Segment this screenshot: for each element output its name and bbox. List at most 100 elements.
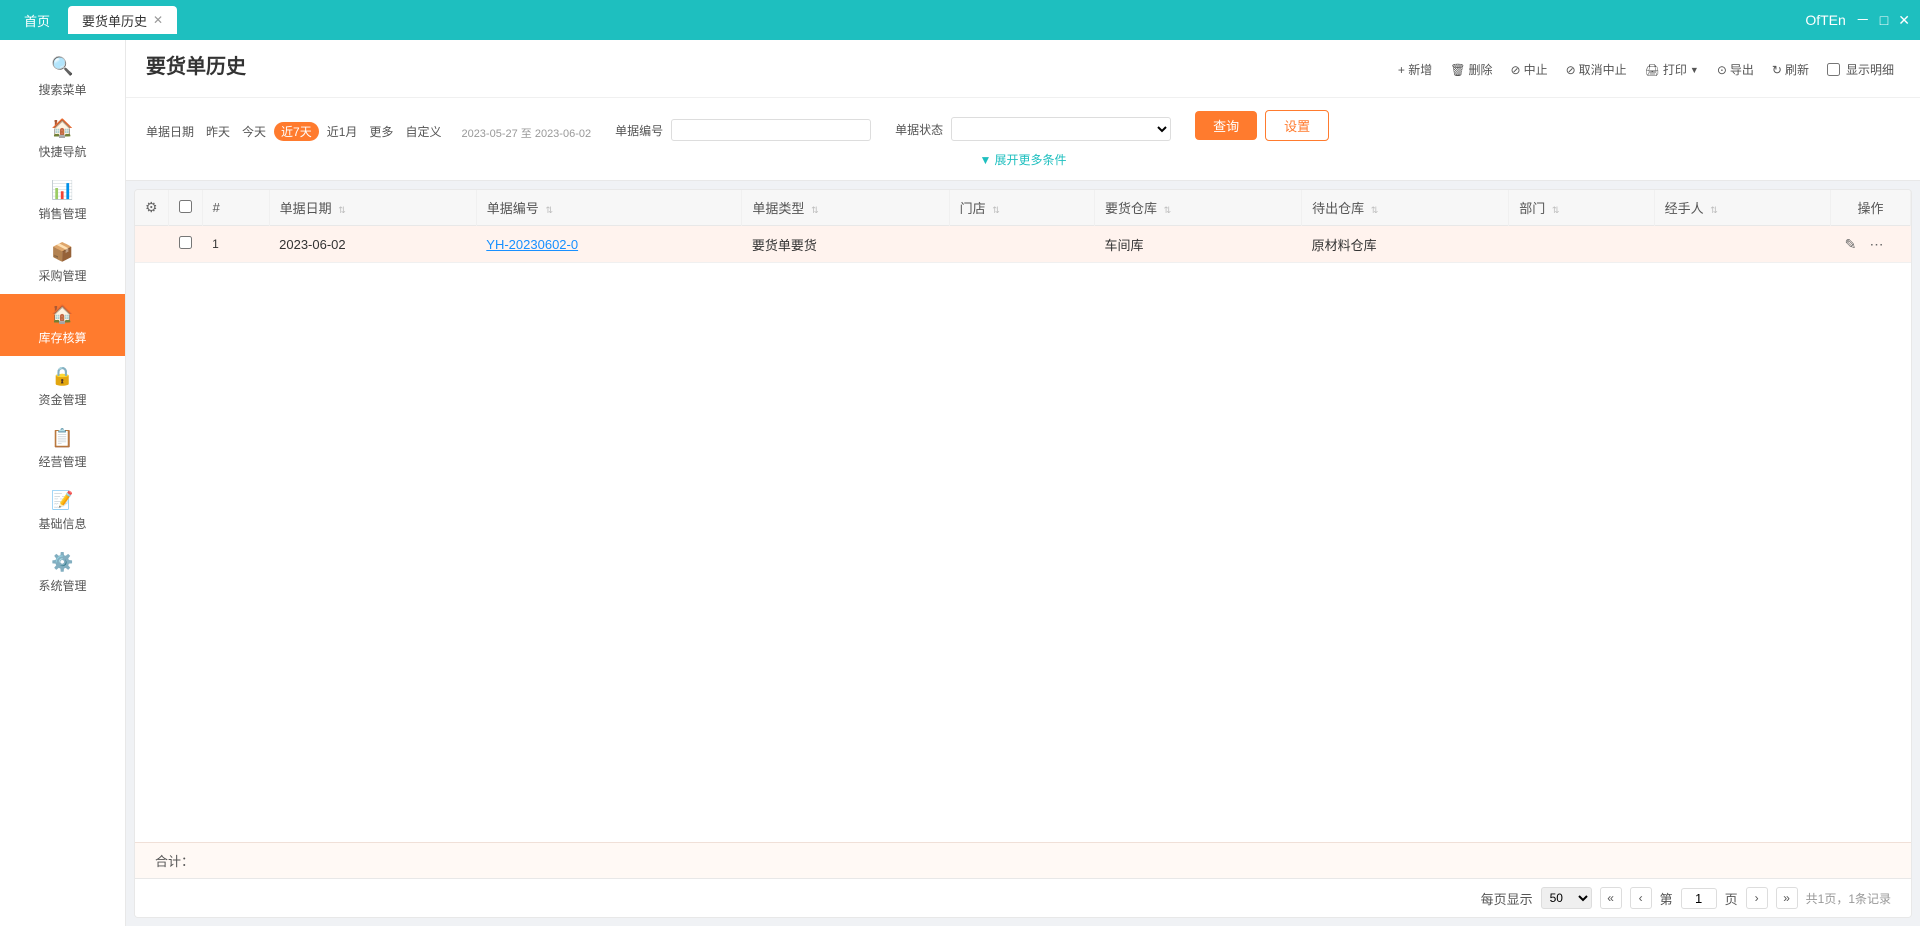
tab-bar: 首页 要货单历史 ✕ <box>10 6 1805 34</box>
date-filter-group: 单据日期 昨天 今天 近7天 近1月 更多 自定义 2023-05-27 至 2… <box>146 122 591 141</box>
th-doc-no[interactable]: 单据编号 ⇅ <box>476 190 742 226</box>
maximize-btn[interactable]: □ <box>1880 12 1888 28</box>
sort-req-warehouse-icon: ⇅ <box>1164 205 1172 215</box>
edit-action-icon[interactable]: ✎ <box>1841 234 1861 254</box>
new-btn-label: + 新增 <box>1398 61 1432 78</box>
sidebar-item-search[interactable]: 🔍 搜索菜单 <box>0 46 125 108</box>
new-btn[interactable]: + 新增 <box>1392 58 1438 81</box>
sidebar-item-sales[interactable]: 📊 销售管理 <box>0 170 125 232</box>
settings-button[interactable]: 设置 <box>1265 110 1329 141</box>
show-detail-toggle[interactable]: 显示明细 <box>1821 58 1900 81</box>
sidebar-item-operations[interactable]: 📋 经营管理 <box>0 418 125 480</box>
date-btn-more[interactable]: 更多 <box>365 122 397 141</box>
sort-doc-no-icon: ⇅ <box>545 205 553 215</box>
pagination-bar: 每页显示 50 10 20 100 « ‹ 第 页 › » 共1页，1条记录 <box>135 878 1911 917</box>
date-btn-yesterday[interactable]: 昨天 <box>202 122 234 141</box>
table-container: ⚙ # 单据日期 ⇅ 单据编号 <box>134 189 1912 918</box>
show-detail-label: 显示明细 <box>1846 61 1894 78</box>
sort-pending-warehouse-icon: ⇅ <box>1371 205 1379 215</box>
sidebar-item-basic-info[interactable]: 📝 基础信息 <box>0 480 125 542</box>
more-action-icon[interactable]: ⋯ <box>1867 234 1887 254</box>
filter-actions: 查询 设置 <box>1195 110 1329 141</box>
export-btn[interactable]: ⊙ 导出 <box>1711 58 1760 81</box>
td-settings <box>135 226 168 263</box>
refresh-btn-label: 刷新 <box>1785 61 1809 78</box>
th-settings[interactable]: ⚙ <box>135 190 168 226</box>
expand-label: 展开更多条件 <box>994 151 1066 168</box>
th-action: 操作 <box>1831 190 1911 226</box>
tab-requisition-label: 要货单历史 <box>82 11 147 30</box>
export-btn-label: 导出 <box>1730 61 1754 78</box>
filter-row: 单据日期 昨天 今天 近7天 近1月 更多 自定义 2023-05-27 至 2… <box>146 110 1900 141</box>
th-checkbox <box>168 190 202 226</box>
th-doc-type[interactable]: 单据类型 ⇅ <box>742 190 949 226</box>
stop-btn[interactable]: ⊘ 中止 <box>1505 58 1554 81</box>
td-req-warehouse: 车间库 <box>1094 226 1301 263</box>
doc-no-input[interactable] <box>671 119 871 141</box>
per-page-select[interactable]: 50 10 20 100 <box>1541 887 1592 909</box>
th-pending-warehouse[interactable]: 待出仓库 ⇅ <box>1302 190 1509 226</box>
sidebar-item-purchase[interactable]: 📦 采购管理 <box>0 232 125 294</box>
th-store-label: 门店 <box>960 201 986 216</box>
refresh-btn[interactable]: ↻ 刷新 <box>1766 58 1815 81</box>
last-page-btn[interactable]: » <box>1776 887 1798 909</box>
content-area: 要货单历史 + 新增 🗑 删除 ⊘ 中止 ⊘ 取消中止 🖨 <box>126 40 1920 926</box>
date-quick-btns: 昨天 今天 近7天 近1月 更多 自定义 <box>202 122 445 141</box>
tab-home[interactable]: 首页 <box>10 6 64 34</box>
th-req-warehouse[interactable]: 要货仓库 ⇅ <box>1094 190 1301 226</box>
table-scroll[interactable]: ⚙ # 单据日期 ⇅ 单据编号 <box>135 190 1911 842</box>
sidebar: 🔍 搜索菜单 🏠 快捷导航 📊 销售管理 📦 采购管理 🏠 库存核算 🔒 资金管… <box>0 40 126 926</box>
date-btn-last1month[interactable]: 近1月 <box>323 122 362 141</box>
prev-page-btn[interactable]: ‹ <box>1630 887 1652 909</box>
th-handler[interactable]: 经手人 ⇅ <box>1654 190 1830 226</box>
td-doc-type: 要货单要货 <box>742 226 949 263</box>
system-icon: ⚙️ <box>51 552 73 573</box>
cancel-stop-icon: ⊘ <box>1566 63 1576 77</box>
expand-more-btn[interactable]: ▼ 展开更多条件 <box>980 151 1067 168</box>
th-row-num: # <box>202 190 269 226</box>
cancel-stop-btn[interactable]: ⊘ 取消中止 <box>1560 58 1633 81</box>
first-page-btn[interactable]: « <box>1600 887 1622 909</box>
sidebar-item-quick-nav[interactable]: 🏠 快捷导航 <box>0 108 125 170</box>
minimize-btn[interactable]: － <box>1856 10 1870 30</box>
date-filter-label: 单据日期 <box>146 123 194 140</box>
status-select[interactable] <box>951 117 1171 141</box>
per-page-label: 每页显示 <box>1481 889 1533 908</box>
page-label: 页 <box>1725 889 1738 908</box>
th-pending-warehouse-label: 待出仓库 <box>1312 201 1364 216</box>
sidebar-item-system[interactable]: ⚙️ 系统管理 <box>0 542 125 604</box>
stop-icon: ⊘ <box>1511 63 1521 77</box>
next-page-btn[interactable]: › <box>1746 887 1768 909</box>
date-btn-last7[interactable]: 近7天 <box>274 122 319 141</box>
data-table: ⚙ # 单据日期 ⇅ 单据编号 <box>135 190 1911 263</box>
page-number-input[interactable] <box>1681 888 1717 909</box>
inventory-icon: 🏠 <box>51 304 73 325</box>
th-doc-date[interactable]: 单据日期 ⇅ <box>269 190 476 226</box>
td-doc-no[interactable]: YH-20230602-0 <box>476 226 742 263</box>
total-info: 共1页，1条记录 <box>1806 890 1891 907</box>
query-button[interactable]: 查询 <box>1195 111 1257 140</box>
toolbar: + 新增 🗑 删除 ⊘ 中止 ⊘ 取消中止 🖨 打印 ▼ <box>1392 58 1900 81</box>
sidebar-label-basic-info: 基础信息 <box>38 515 86 532</box>
tab-close-icon[interactable]: ✕ <box>153 13 163 27</box>
sidebar-item-inventory[interactable]: 🏠 库存核算 <box>0 294 125 356</box>
select-all-checkbox[interactable] <box>179 200 192 213</box>
sidebar-item-finance[interactable]: 🔒 资金管理 <box>0 356 125 418</box>
tab-requisition-history[interactable]: 要货单历史 ✕ <box>68 6 177 34</box>
print-btn-label: 打印 <box>1663 61 1687 78</box>
close-btn[interactable]: ✕ <box>1898 12 1910 29</box>
date-btn-custom[interactable]: 自定义 <box>401 122 445 141</box>
sum-bar: 合计： <box>135 842 1911 878</box>
finance-icon: 🔒 <box>51 366 73 387</box>
print-btn[interactable]: 🖨 打印 ▼ <box>1639 58 1705 81</box>
delete-btn[interactable]: 🗑 删除 <box>1444 58 1498 81</box>
table-settings-gear[interactable]: ⚙ <box>145 199 158 215</box>
th-store[interactable]: 门店 ⇅ <box>949 190 1094 226</box>
table-header-row: ⚙ # 单据日期 ⇅ 单据编号 <box>135 190 1911 226</box>
date-range-display: 2023-05-27 至 2023-06-02 <box>461 125 591 141</box>
show-detail-checkbox[interactable] <box>1827 63 1840 76</box>
date-btn-today[interactable]: 今天 <box>238 122 270 141</box>
row-checkbox[interactable] <box>179 236 192 249</box>
purchase-icon: 📦 <box>51 242 73 263</box>
th-department[interactable]: 部门 ⇅ <box>1509 190 1654 226</box>
